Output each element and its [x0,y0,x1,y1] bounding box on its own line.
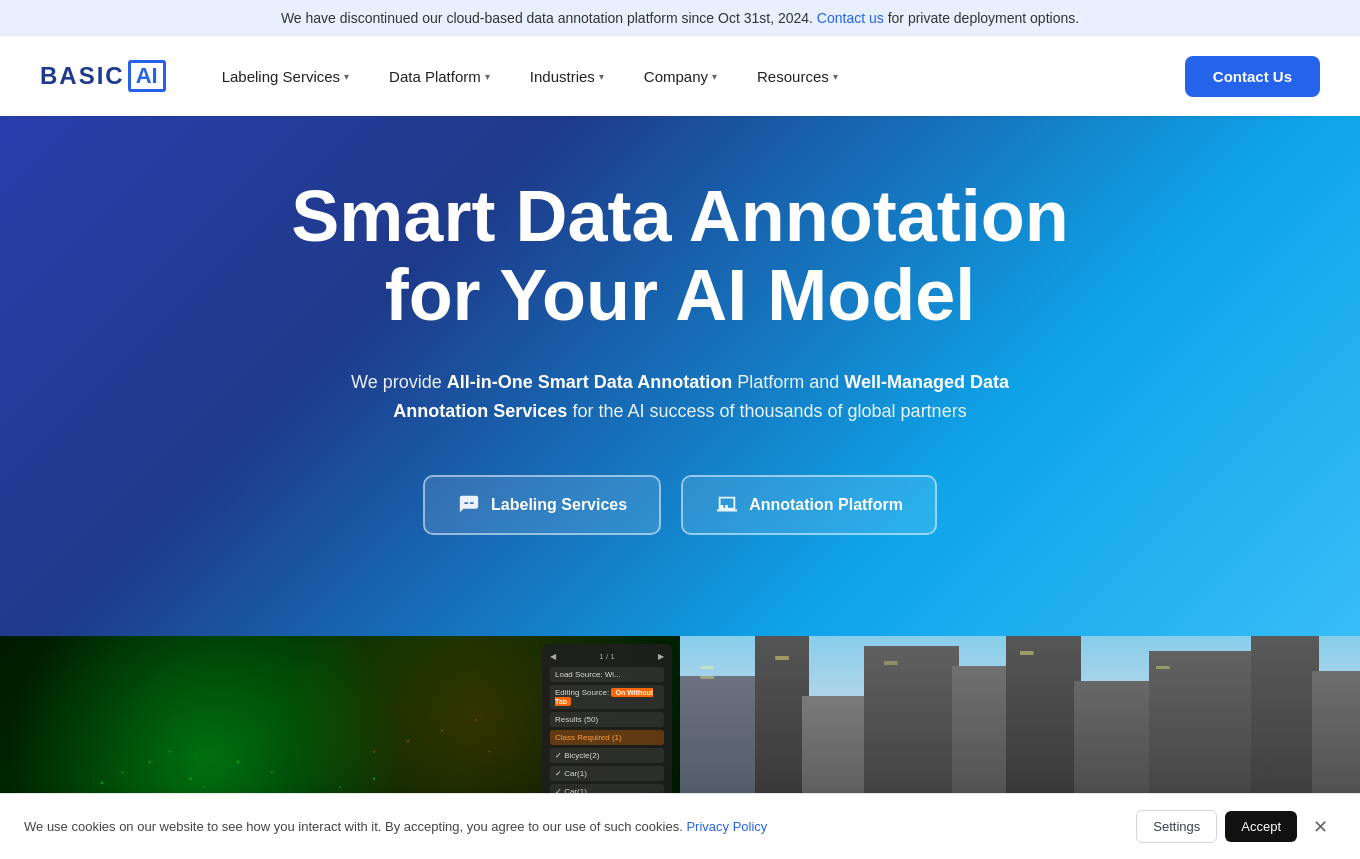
annotation-panel: ◀ 1 / 1 ▶ Load Source: Wi... Editing Sou… [542,644,672,810]
cookie-settings-button[interactable]: Settings [1136,810,1217,836]
logo[interactable]: BASIC AI [40,60,166,92]
labeling-services-button[interactable]: Labeling Services [423,475,661,535]
cookie-banner: We use cookies on our website to see how… [0,793,1360,836]
nav-links: Labeling Services ▾ Data Platform ▾ Indu… [206,60,1185,93]
svg-point-6 [189,778,191,780]
svg-point-5 [169,751,171,753]
announcement-text-before: We have discontinued our cloud-based dat… [281,10,813,26]
svg-point-13 [339,786,341,788]
logo-ai-box: AI [128,60,166,92]
chevron-down-icon: ▾ [485,71,490,82]
svg-point-22 [489,750,491,752]
panel-class-required: Class Required (1) [550,730,664,745]
panel-results: Results (50) [550,712,664,727]
announcement-bar: We have discontinued our cloud-based dat… [0,0,1360,36]
nav-labeling-services[interactable]: Labeling Services ▾ [206,60,365,93]
hero-subtitle: We provide All-in-One Smart Data Annotat… [340,368,1020,427]
nav-industries[interactable]: Industries ▾ [514,60,620,93]
panel-load-source: Load Source: Wi... [550,667,664,682]
privacy-policy-link[interactable]: Privacy Policy [686,819,767,834]
hero-title: Smart Data Annotation for Your AI Model [291,177,1068,335]
svg-rect-23 [700,666,714,669]
svg-point-2 [101,782,104,785]
chevron-down-icon: ▾ [344,71,349,82]
chevron-down-icon: ▾ [833,71,838,82]
svg-rect-24 [700,676,714,679]
panel-car: ✓ Car(1) [550,766,664,781]
hero-section: Smart Data Annotation for Your AI Model … [0,116,1360,636]
cookie-accept-button[interactable]: Accept [1225,811,1297,836]
panel-nav: ◀ 1 / 1 ▶ [550,652,664,661]
svg-rect-26 [884,661,898,665]
logo-text-basic: BASIC [40,62,125,90]
nav-data-platform[interactable]: Data Platform ▾ [373,60,506,93]
labeling-services-icon [457,493,481,517]
announcement-text-after: for private deployment options. [888,10,1079,26]
svg-point-7 [203,786,205,788]
navbar: BASIC AI Labeling Services ▾ Data Platfo… [0,36,1360,116]
nav-company[interactable]: Company ▾ [628,60,733,93]
logo-text-ai: AI [136,63,158,88]
svg-point-4 [148,761,151,764]
hero-buttons: Labeling Services Annotation Platform [423,475,937,535]
svg-rect-28 [1156,666,1170,669]
annotation-platform-icon [715,493,739,517]
annotation-platform-button[interactable]: Annotation Platform [681,475,937,535]
svg-point-8 [237,761,240,764]
svg-point-14 [373,778,376,781]
cookie-buttons: Settings Accept ✕ [1136,810,1336,836]
nav-resources[interactable]: Resources ▾ [741,60,854,93]
svg-point-18 [407,740,410,743]
cookie-close-button[interactable]: ✕ [1305,812,1336,837]
svg-point-3 [121,772,123,774]
chevron-down-icon: ▾ [599,71,604,82]
contact-us-button[interactable]: Contact Us [1185,56,1320,97]
svg-point-21 [373,750,376,753]
chevron-down-icon: ▾ [712,71,717,82]
svg-point-9 [271,772,273,774]
panel-bicycle: ✓ Bicycle(2) [550,748,664,763]
announcement-contact-link[interactable]: Contact us [817,10,884,26]
svg-rect-27 [1020,651,1034,655]
svg-point-19 [441,729,443,731]
svg-point-20 [475,719,477,721]
svg-rect-25 [775,656,789,660]
cookie-text: We use cookies on our website to see how… [24,819,1120,834]
panel-editing-source: Editing Source: On Without Tab [550,685,664,709]
